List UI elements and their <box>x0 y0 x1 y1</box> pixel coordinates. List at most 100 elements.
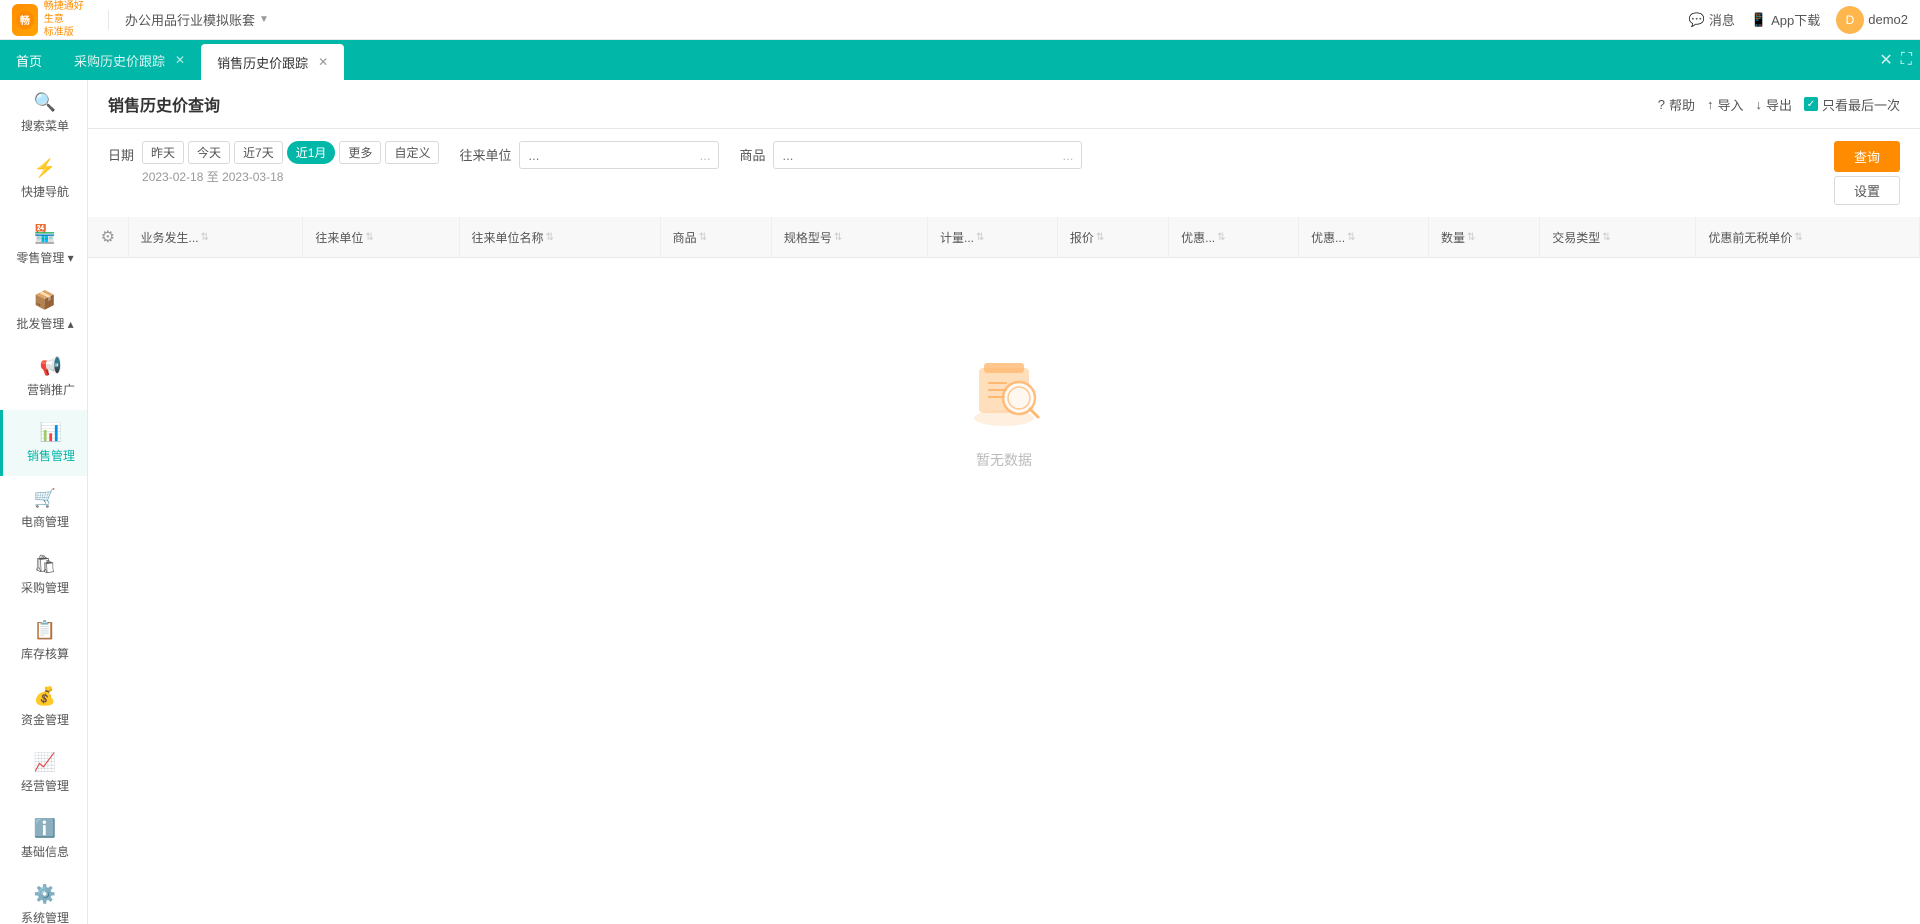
tab-purchase-history[interactable]: 采购历史价跟踪 ✕ <box>58 40 201 80</box>
sidebar-item-purchase-label: 采购管理 <box>21 579 69 596</box>
sidebar-item-marketing[interactable]: 📢 营销推广 <box>0 344 87 410</box>
tab-home-label: 首页 <box>16 51 42 70</box>
sidebar-item-finance-label: 资金管理 <box>21 711 69 728</box>
date-btn-custom[interactable]: 自定义 <box>385 141 439 164</box>
tab-home[interactable]: 首页 <box>0 40 58 80</box>
import-button[interactable]: ↑ 导入 <box>1707 95 1744 114</box>
sort-discount1-icon[interactable]: ⇅ <box>1217 232 1225 243</box>
tab-sales-history-close[interactable]: ✕ <box>318 55 328 69</box>
partner-input-wrapper: ... <box>519 141 719 169</box>
only-last-checkbox[interactable]: ✓ <box>1804 97 1818 111</box>
partner-label: 往来单位 <box>459 141 511 164</box>
app-selector[interactable]: 办公用品行业模拟账套 ▼ <box>125 10 269 29</box>
sort-spec-icon[interactable]: ⇅ <box>834 232 842 243</box>
maximize-button[interactable]: ⛶ <box>1901 51 1912 69</box>
sort-discount2-icon[interactable]: ⇅ <box>1347 232 1355 243</box>
settings-button[interactable]: 设置 <box>1834 176 1900 205</box>
svg-text:D: D <box>1846 13 1855 27</box>
col-product: 商品⇅ <box>660 217 771 258</box>
sidebar-item-system[interactable]: ⚙️ 系统管理 <box>0 872 87 924</box>
download-icon: 📱 <box>1751 12 1767 28</box>
purchase-icon: 🛍 <box>34 554 57 575</box>
table-area: ⚙ 业务发生...⇅ 往来单位⇅ 往来单位名称⇅ 商品⇅ <box>88 217 1920 924</box>
sidebar-item-marketing-label: 营销推广 <box>27 381 75 398</box>
content-area: 销售历史价查询 ? 帮助 ↑ 导入 ↓ 导出 ✓ <box>88 80 1920 924</box>
sort-qty-icon[interactable]: ⇅ <box>1467 232 1475 243</box>
sort-product-icon[interactable]: ⇅ <box>699 232 707 243</box>
sidebar-item-search[interactable]: 🔍 搜索菜单 <box>0 80 87 146</box>
empty-text: 暂无数据 <box>976 450 1032 470</box>
sort-trade-type-icon[interactable]: ⇅ <box>1602 232 1610 243</box>
col-spec: 规格型号⇅ <box>771 217 927 258</box>
sidebar-item-operations[interactable]: 📈 经营管理 <box>0 740 87 806</box>
marketing-icon: 📢 <box>40 356 62 377</box>
col-partner-code: 往来单位⇅ <box>303 217 459 258</box>
col-gear: ⚙ <box>88 217 128 258</box>
partner-filter-group: 往来单位 ... <box>459 141 719 169</box>
sidebar-item-purchase[interactable]: 🛍 采购管理 <box>0 542 87 608</box>
partner-input[interactable] <box>528 148 699 163</box>
help-icon: ? <box>1658 97 1665 112</box>
sidebar-item-inventory[interactable]: 📋 库存核算 <box>0 608 87 674</box>
operations-icon: 📈 <box>34 752 56 773</box>
basic-info-icon: ℹ️ <box>34 818 56 839</box>
col-discount1: 优惠...⇅ <box>1169 217 1299 258</box>
date-btn-last1m[interactable]: 近1月 <box>287 141 336 164</box>
empty-icon <box>954 338 1054 438</box>
sort-partner-name-icon[interactable]: ⇅ <box>546 232 554 243</box>
close-all-tabs-button[interactable]: ✕ <box>1879 50 1892 70</box>
tab-purchase-history-close[interactable]: ✕ <box>175 53 185 67</box>
filter-bar: 日期 昨天 今天 近7天 近1月 更多 自定义 2023-02-18 至 202… <box>88 129 1920 217</box>
gear-icon[interactable]: ⚙ <box>101 229 115 246</box>
date-btn-last7[interactable]: 近7天 <box>234 141 283 164</box>
sort-partner-code-icon[interactable]: ⇅ <box>365 232 373 243</box>
product-input-wrapper: ... <box>773 141 1082 169</box>
system-icon: ⚙️ <box>34 884 56 905</box>
export-button[interactable]: ↓ 导出 <box>1755 95 1792 114</box>
sidebar-item-retail[interactable]: 🏪 零售管理 ▾ <box>0 212 87 278</box>
product-filter-group: 商品 ... <box>739 141 1082 169</box>
sort-unit-icon[interactable]: ⇅ <box>976 232 984 243</box>
tab-sales-history[interactable]: 销售历史价跟踪 ✕ <box>201 44 344 80</box>
col-biz-date: 业务发生...⇅ <box>128 217 303 258</box>
col-unit: 计量...⇅ <box>927 217 1057 258</box>
date-buttons: 昨天 今天 近7天 近1月 更多 自定义 <box>142 141 439 164</box>
date-range-display: 2023-02-18 至 2023-03-18 <box>142 168 439 185</box>
top-bar-right: 💬 消息 📱 App下载 D demo2 <box>1689 6 1908 34</box>
username: demo2 <box>1868 12 1908 27</box>
message-icon: 💬 <box>1689 12 1705 28</box>
sidebar-item-operations-label: 经营管理 <box>21 777 69 794</box>
date-btn-today[interactable]: 今天 <box>188 141 230 164</box>
sidebar-item-sales-mgmt[interactable]: 📊 销售管理 <box>0 410 87 476</box>
product-input-dots[interactable]: ... <box>1062 148 1073 163</box>
empty-state: 暂无数据 <box>88 258 1920 550</box>
sort-no-tax-price-icon[interactable]: ⇅ <box>1794 232 1802 243</box>
sales-mgmt-icon: 📊 <box>40 422 62 443</box>
product-input[interactable] <box>782 148 1062 163</box>
col-discount2: 优惠...⇅ <box>1299 217 1429 258</box>
top-bar: 畅 畅捷通好生意 标准版 办公用品行业模拟账套 ▼ 💬 消息 📱 App下载 D… <box>0 0 1920 40</box>
user-menu[interactable]: D demo2 <box>1836 6 1908 34</box>
query-button[interactable]: 查询 <box>1834 141 1900 172</box>
partner-input-dots[interactable]: ... <box>700 148 711 163</box>
sidebar-item-basic-info[interactable]: ℹ️ 基础信息 <box>0 806 87 872</box>
sidebar-item-ecommerce[interactable]: 🛒 电商管理 <box>0 476 87 542</box>
help-button[interactable]: ? 帮助 <box>1658 95 1695 114</box>
sort-quote-icon[interactable]: ⇅ <box>1096 232 1104 243</box>
only-last-checkbox-label[interactable]: ✓ 只看最后一次 <box>1804 95 1900 114</box>
sidebar-item-wholesale[interactable]: 📦 批发管理 ▴ <box>0 278 87 344</box>
tab-purchase-history-label: 采购历史价跟踪 <box>74 51 165 70</box>
sidebar-item-finance[interactable]: 💰 资金管理 <box>0 674 87 740</box>
date-btn-more[interactable]: 更多 <box>339 141 381 164</box>
date-btn-yesterday[interactable]: 昨天 <box>142 141 184 164</box>
message-button[interactable]: 💬 消息 <box>1689 10 1735 29</box>
app-download-button[interactable]: 📱 App下载 <box>1751 10 1820 29</box>
page-header: 销售历史价查询 ? 帮助 ↑ 导入 ↓ 导出 ✓ <box>88 80 1920 129</box>
divider <box>108 10 109 30</box>
table-header-row: ⚙ 业务发生...⇅ 往来单位⇅ 往来单位名称⇅ 商品⇅ <box>88 217 1920 258</box>
col-no-tax-price: 优惠前无税单价⇅ <box>1696 217 1920 258</box>
sidebar-item-shortcut[interactable]: ⚡ 快捷导航 <box>0 146 87 212</box>
sort-biz-date-icon[interactable]: ⇅ <box>201 232 209 243</box>
col-quote: 报价⇅ <box>1057 217 1168 258</box>
col-partner-name: 往来单位名称⇅ <box>459 217 660 258</box>
